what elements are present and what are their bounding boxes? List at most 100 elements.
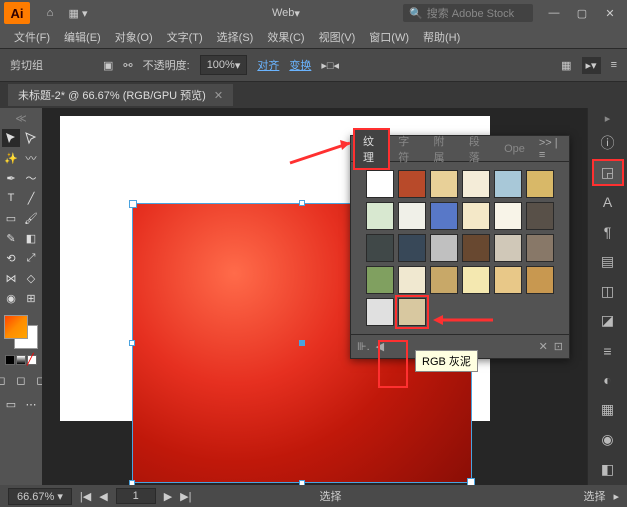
menu-help[interactable]: 帮助(H): [417, 27, 466, 47]
show-kinds-icon[interactable]: ◀: [376, 340, 384, 353]
swatch-1[interactable]: [398, 170, 426, 198]
eraser-tool[interactable]: ◧: [22, 229, 40, 247]
isolate-icon[interactable]: ▸□◂: [321, 59, 339, 72]
draw-behind[interactable]: ◻: [12, 371, 30, 389]
line-tool[interactable]: ╱: [22, 189, 40, 207]
color-mode-icons[interactable]: ╱: [5, 355, 37, 365]
maximize-button[interactable]: ▢: [569, 3, 595, 23]
layers-panel-icon[interactable]: ◧: [594, 457, 622, 481]
toolbar-grip[interactable]: ≪: [15, 112, 27, 125]
close-button[interactable]: ✕: [597, 3, 623, 23]
swatch-19[interactable]: [398, 266, 426, 294]
swatch-3[interactable]: [462, 170, 490, 198]
libraries-panel-icon[interactable]: ◲: [594, 161, 622, 185]
nav-first-icon[interactable]: |◀: [80, 490, 91, 503]
swatch-23[interactable]: [526, 266, 554, 294]
appearance-panel-icon[interactable]: ◉: [594, 428, 622, 452]
draw-normal[interactable]: ◻: [0, 371, 10, 389]
nav-prev-icon[interactable]: ◀: [99, 490, 107, 503]
swatch-7[interactable]: [398, 202, 426, 230]
menu-window[interactable]: 窗口(W): [363, 27, 415, 47]
home-icon[interactable]: ⌂: [38, 2, 62, 24]
swatch-22[interactable]: [494, 266, 522, 294]
gradient-panel-icon[interactable]: ◐: [594, 368, 622, 392]
swatch-18[interactable]: [366, 266, 394, 294]
pathfinder-panel-icon[interactable]: ◪: [594, 309, 622, 333]
edit-toolbar[interactable]: ⋯: [22, 395, 40, 413]
status-menu-icon[interactable]: ▸: [613, 490, 619, 503]
swatch-14[interactable]: [430, 234, 458, 262]
zoom-level[interactable]: 66.67% ▾: [8, 488, 72, 505]
menu-select[interactable]: 选择(S): [211, 27, 260, 47]
width-tool[interactable]: ⋈: [2, 269, 20, 287]
menu-object[interactable]: 对象(O): [109, 27, 159, 47]
opacity-input[interactable]: 100% ▾: [200, 55, 248, 75]
screen-mode[interactable]: ▭: [2, 395, 20, 413]
rectangle-tool[interactable]: ▭: [2, 209, 20, 227]
type-tool[interactable]: T: [2, 189, 20, 207]
fill-stroke-swatch[interactable]: [4, 315, 38, 349]
snap-icon[interactable]: ▸▾: [582, 57, 601, 74]
close-tab-icon[interactable]: ✕: [214, 89, 223, 102]
arrange-icon[interactable]: ▦ ▾: [66, 2, 90, 24]
pen-tool[interactable]: ✒: [2, 169, 20, 187]
curvature-tool[interactable]: 〜: [22, 169, 40, 187]
swatch-0[interactable]: [366, 170, 394, 198]
swatch-17[interactable]: [526, 234, 554, 262]
transform-icon[interactable]: ▣: [103, 59, 113, 72]
tab-opentype[interactable]: 附属: [426, 130, 459, 168]
nav-last-icon[interactable]: ▶|: [180, 490, 191, 503]
swatch-15[interactable]: [462, 234, 490, 262]
swatch-5[interactable]: [526, 170, 554, 198]
brush-tool[interactable]: 🖌: [22, 209, 40, 227]
shaper-tool[interactable]: ✎: [2, 229, 20, 247]
swatch-libraries-icon[interactable]: ⊪.: [357, 340, 370, 353]
tab-more[interactable]: Ope: [496, 140, 533, 158]
swatch-12[interactable]: [366, 234, 394, 262]
swatch-13[interactable]: [398, 234, 426, 262]
perspective-tool[interactable]: ⊞: [22, 289, 40, 307]
character-panel-icon[interactable]: A: [594, 190, 622, 214]
tab-character[interactable]: 字符: [390, 130, 423, 168]
document-tab[interactable]: 未标题-2* @ 66.67% (RGB/GPU 预览) ✕: [8, 84, 233, 106]
swatch-4[interactable]: [494, 170, 522, 198]
swatch-11[interactable]: [526, 202, 554, 230]
dock-grip[interactable]: ▸: [605, 112, 611, 125]
transform-panel-icon[interactable]: ◫: [594, 279, 622, 303]
swatch-6[interactable]: [366, 202, 394, 230]
menu-view[interactable]: 视图(V): [313, 27, 362, 47]
grid-icon[interactable]: ▦: [561, 59, 571, 72]
transparency-panel-icon[interactable]: ▦: [594, 398, 622, 422]
minimize-button[interactable]: —: [541, 3, 567, 23]
panel-menu-icon[interactable]: >> | ≡: [535, 137, 565, 161]
swatch-20[interactable]: [430, 266, 458, 294]
delete-swatch-icon[interactable]: ⊡: [554, 340, 563, 353]
swatch-24[interactable]: [366, 298, 394, 326]
swatch-25[interactable]: [398, 298, 426, 326]
tab-paragraph[interactable]: 段落: [461, 130, 494, 168]
swatch-16[interactable]: [494, 234, 522, 262]
swatch-2[interactable]: [430, 170, 458, 198]
artboard-number[interactable]: 1: [116, 488, 156, 504]
search-input[interactable]: 🔍 搜索 Adobe Stock: [403, 4, 533, 22]
workspace-label[interactable]: Web: [272, 7, 294, 19]
swatch-9[interactable]: [462, 202, 490, 230]
list-icon[interactable]: ≡: [611, 59, 617, 71]
lasso-tool[interactable]: 〰: [22, 149, 40, 167]
menu-edit[interactable]: 编辑(E): [58, 27, 107, 47]
selection-tool[interactable]: [2, 129, 20, 147]
properties-panel-icon[interactable]: ⓘ: [594, 131, 622, 155]
align-link[interactable]: 对齐: [257, 57, 279, 73]
new-swatch-icon[interactable]: ✕: [539, 340, 548, 353]
magic-wand-tool[interactable]: ✨: [2, 149, 20, 167]
rotate-tool[interactable]: ⟲: [2, 249, 20, 267]
swatch-8[interactable]: [430, 202, 458, 230]
tab-texture[interactable]: 纹理: [355, 130, 388, 168]
link-icon[interactable]: ⚯: [123, 59, 132, 72]
shape-builder-tool[interactable]: ◉: [2, 289, 20, 307]
scale-tool[interactable]: ⤢: [22, 249, 40, 267]
free-transform-tool[interactable]: ◇: [22, 269, 40, 287]
transform-link[interactable]: 变换: [289, 57, 311, 73]
menu-effect[interactable]: 效果(C): [261, 27, 310, 47]
direct-selection-tool[interactable]: [22, 129, 40, 147]
